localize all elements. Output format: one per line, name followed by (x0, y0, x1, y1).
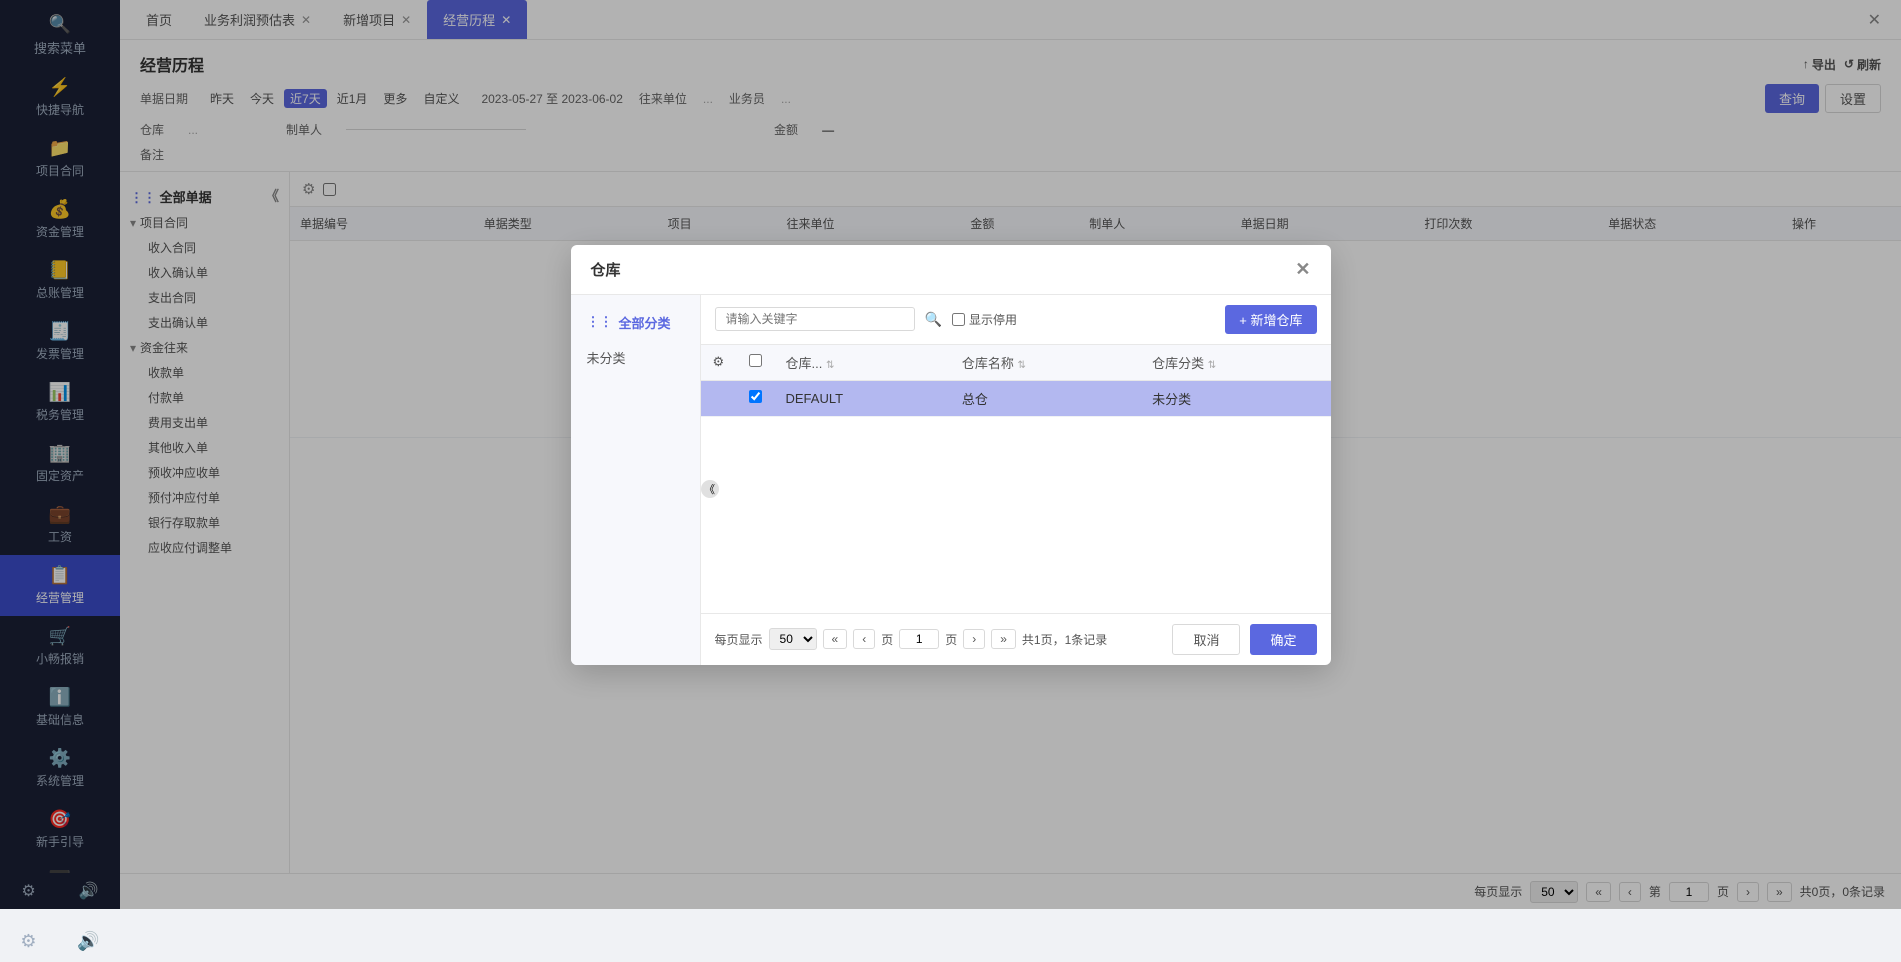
modal-confirm-button[interactable]: 确定 (1250, 624, 1316, 655)
modal-left-unclassified[interactable]: 未分类 (571, 340, 700, 375)
modal-search-input[interactable] (715, 307, 915, 331)
modal-col-checkbox (737, 345, 774, 381)
modal-col-code: 仓库... ⇅ (774, 345, 950, 381)
modal-close-btn[interactable]: ✕ (1295, 259, 1310, 280)
modal-pagination: 每页显示 50 « ‹ 页 页 › » 共1页，1条记录 (715, 628, 1108, 650)
modal-title: 仓库 (591, 259, 621, 280)
modal-left-collapse-btn[interactable]: 《 (701, 480, 719, 498)
row-code: DEFAULT (774, 380, 950, 416)
modal-select-all[interactable] (749, 354, 762, 367)
row-checkbox (737, 380, 774, 416)
row-category: 未分类 (1140, 380, 1330, 416)
table-row[interactable]: DEFAULT 总仓 未分类 (701, 380, 1331, 416)
modal-cancel-button[interactable]: 取消 (1172, 624, 1240, 655)
modal-next-page-btn[interactable]: › (963, 629, 985, 649)
modal-body: ⋮⋮ 全部分类 未分类 《 🔍 显示停用 (571, 295, 1331, 665)
modal-action-btns: 取消 确定 (1172, 624, 1316, 655)
modal-col-category: 仓库分类 ⇅ (1140, 345, 1330, 381)
row-settings (701, 380, 737, 416)
modal-right-panel: 🔍 显示停用 + 新增仓库 ⚙ (701, 295, 1331, 665)
warehouse-modal: 仓库 ✕ ⋮⋮ 全部分类 未分类 《 (571, 245, 1331, 665)
modal-left-all-categories[interactable]: ⋮⋮ 全部分类 (571, 305, 700, 340)
modal-toolbar: 🔍 显示停用 + 新增仓库 (701, 295, 1331, 345)
sidebar-bottom: ⚙ 🔊 (0, 921, 120, 962)
sort-icon-name: ⇅ (1017, 360, 1025, 371)
modal-prev-page-btn[interactable]: ‹ (853, 629, 875, 649)
add-warehouse-button[interactable]: + 新增仓库 (1225, 305, 1316, 334)
modal-table: ⚙ 仓库... ⇅ 仓库名称 ⇅ (701, 345, 1331, 417)
show-disabled-checkbox[interactable] (952, 313, 965, 326)
modal-last-page-btn[interactable]: » (991, 629, 1016, 649)
row-name: 总仓 (950, 380, 1140, 416)
modal-footer: 每页显示 50 « ‹ 页 页 › » 共1页，1条记录 (701, 613, 1331, 665)
modal-total-label: 共1页，1条记录 (1022, 631, 1107, 648)
settings-bottom-icon[interactable]: ⚙ (20, 931, 36, 952)
modal-first-page-btn[interactable]: « (823, 629, 848, 649)
modal-table-area: ⚙ 仓库... ⇅ 仓库名称 ⇅ (701, 345, 1331, 613)
grid-icon-modal: ⋮⋮ (587, 314, 613, 330)
modal-overlay: 仓库 ✕ ⋮⋮ 全部分类 未分类 《 (0, 0, 1901, 909)
modal-search-icon[interactable]: 🔍 (925, 311, 942, 328)
modal-page-input[interactable] (899, 629, 939, 649)
modal-per-page-select[interactable]: 50 (769, 628, 817, 650)
volume-icon[interactable]: 🔊 (77, 931, 99, 952)
show-disabled-checkbox-label[interactable]: 显示停用 (952, 311, 1017, 328)
modal-col-settings: ⚙ (701, 345, 737, 381)
modal-col-name: 仓库名称 ⇅ (950, 345, 1140, 381)
modal-header: 仓库 ✕ (571, 245, 1331, 295)
sort-icon-category: ⇅ (1208, 360, 1216, 371)
row-select-checkbox[interactable] (749, 390, 762, 403)
sort-icon-code: ⇅ (826, 360, 834, 371)
modal-left-panel: ⋮⋮ 全部分类 未分类 《 (571, 295, 701, 665)
